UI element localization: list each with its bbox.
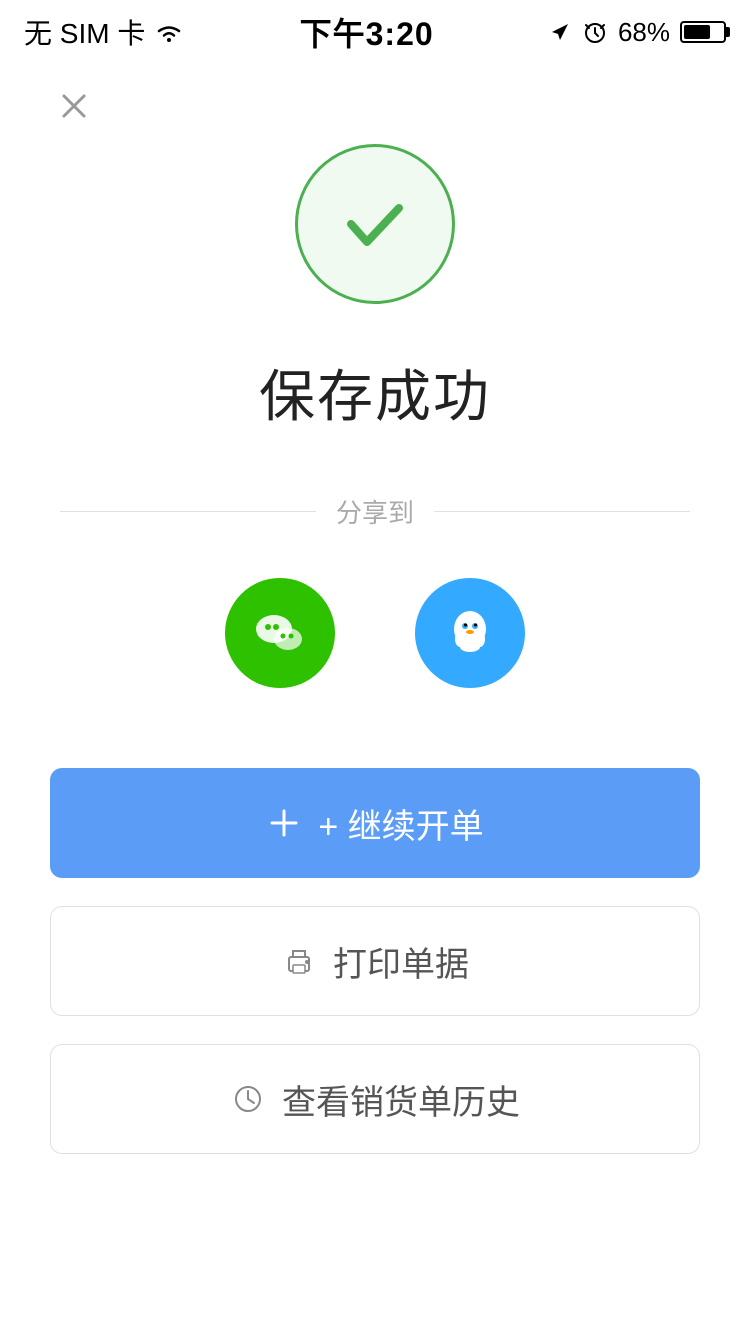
status-time: 下午3:20 [300, 9, 434, 55]
wechat-icon [248, 601, 312, 665]
wechat-share-button[interactable] [225, 578, 335, 688]
divider-right [434, 511, 690, 512]
printer-icon [281, 943, 317, 979]
battery-percent: 68% [618, 17, 670, 48]
plus-icon [266, 805, 302, 841]
qq-icon [438, 601, 502, 665]
share-row [225, 578, 525, 688]
print-button[interactable]: 打印单据 [50, 906, 700, 1016]
battery-icon [680, 21, 726, 43]
close-icon [56, 88, 92, 124]
clock-icon [230, 1081, 266, 1117]
history-label: 查看销货单历史 [282, 1075, 520, 1124]
wifi-icon [153, 20, 185, 44]
history-button[interactable]: 查看销货单历史 [50, 1044, 700, 1154]
print-label: 打印单据 [333, 937, 469, 986]
sim-label: 无 SIM 卡 [24, 12, 145, 52]
continue-button[interactable]: + 继续开单 [50, 768, 700, 878]
share-label: 分享到 [336, 493, 414, 530]
checkmark-icon [335, 184, 415, 264]
location-icon [548, 20, 572, 44]
qq-share-button[interactable] [415, 578, 525, 688]
status-right: 68% [548, 17, 726, 48]
success-title: 保存成功 [259, 352, 491, 433]
divider-left [60, 511, 316, 512]
main-content: 保存成功 分享到 [0, 64, 750, 1182]
alarm-icon [582, 19, 608, 45]
success-circle [295, 144, 455, 304]
share-divider: 分享到 [0, 493, 750, 530]
status-bar: 无 SIM 卡 下午3:20 68% [0, 0, 750, 64]
continue-label: + 继续开单 [318, 799, 483, 848]
status-left: 无 SIM 卡 [24, 12, 185, 52]
close-button[interactable] [48, 80, 100, 132]
